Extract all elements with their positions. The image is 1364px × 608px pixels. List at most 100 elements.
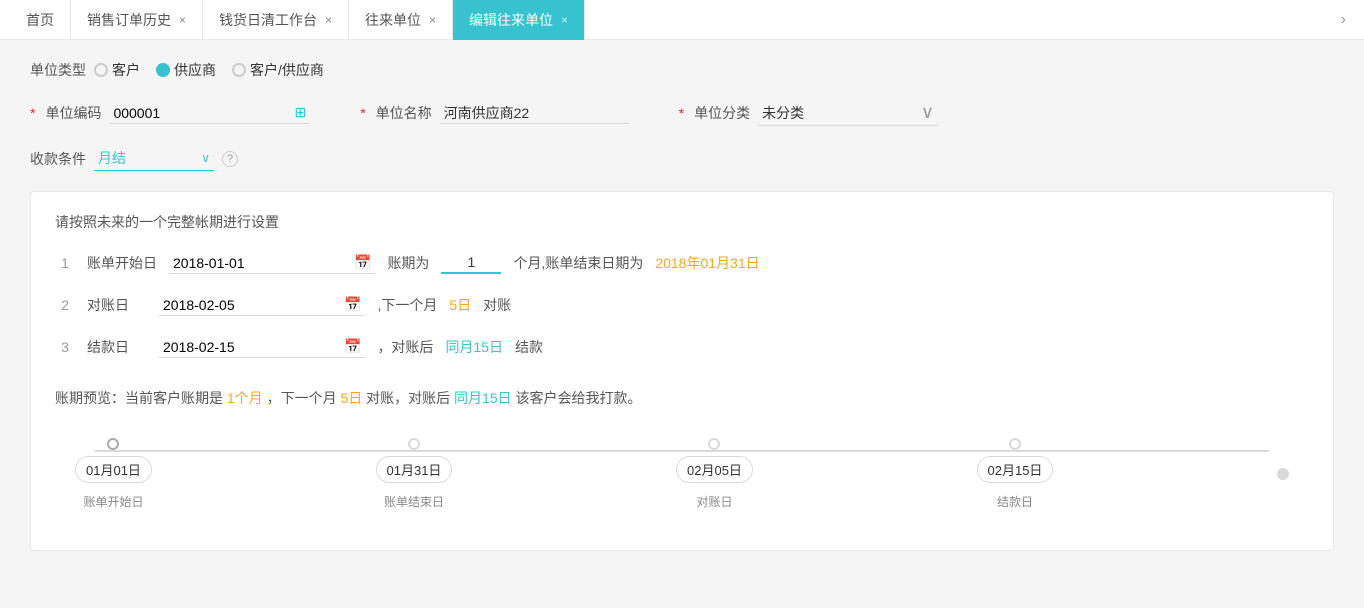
tab-units-label: 往来单位 <box>365 10 421 30</box>
timeline-point-3: 02月15日 结款日 <box>977 438 1054 510</box>
period-num-input[interactable] <box>441 252 501 274</box>
timeline-wrapper: 01月01日 账单开始日 01月31日 账单结束日 02月05日 对账日 <box>55 428 1309 520</box>
period-highlight-3: 同月15日 <box>445 337 503 357</box>
unit-class-label: 单位分类 <box>694 103 750 123</box>
unit-name-label: 单位名称 <box>376 103 432 123</box>
tabs-bar: 首页 销售订单历史 × 钱货日清工作台 × 往来单位 × 编辑往来单位 × › <box>0 0 1364 40</box>
period-text-3b: 结款 <box>515 337 543 357</box>
period-index-1: 1 <box>55 255 75 271</box>
tl-date-2: 02月05日 <box>676 456 753 483</box>
preview-highlight2: 5日 <box>340 390 362 406</box>
tl-label-1: 账单结束日 <box>384 493 444 510</box>
tl-dot-1 <box>408 438 420 450</box>
radio-customer[interactable]: 客户 <box>94 60 140 80</box>
date-input-wrapper-2: 📅 <box>159 294 365 316</box>
unit-code-table-icon[interactable]: ⊞ <box>294 104 306 121</box>
period-index-3: 3 <box>55 339 75 355</box>
radio-both-circle <box>232 63 246 77</box>
date-input-wrapper-1: 📅 <box>169 252 375 274</box>
period-text-2b: 对账 <box>483 295 511 315</box>
preview-section: 账期预览：当前客户账期是 1个月 ，下一个月 5日 对账，对账后 同月15日 该… <box>55 378 1309 530</box>
tab-units[interactable]: 往来单位 × <box>349 0 453 40</box>
payment-cond-select[interactable]: 月结 ∨ <box>94 146 214 171</box>
period-text-1a: 账期为 <box>387 253 429 273</box>
unit-code-input[interactable] <box>113 105 294 121</box>
tab-arrow-right[interactable]: › <box>1333 11 1354 29</box>
radio-supplier-label: 供应商 <box>174 60 216 80</box>
unit-class-value: 未分类 <box>762 103 921 123</box>
calendar-icon-2[interactable]: 📅 <box>344 296 361 313</box>
unit-code-star: * <box>30 105 35 121</box>
payment-cond-row: 收款条件 月结 ∨ ? <box>30 146 1334 171</box>
period-box: 请按照未来的一个完整帐期进行设置 1 账单开始日 📅 账期为 个月,账单结束日期… <box>30 191 1334 551</box>
timeline-point-2: 02月05日 对账日 <box>676 438 753 510</box>
date-input-3[interactable] <box>163 339 344 355</box>
tl-label-2: 对账日 <box>696 493 732 510</box>
period-row-1: 1 账单开始日 📅 账期为 个月,账单结束日期为 2018年01月31日 <box>55 252 1309 274</box>
preview-prefix: 账期预览：当前客户账期是 <box>55 390 223 406</box>
unit-name-group: * 单位名称 <box>360 103 628 124</box>
radio-supplier-circle <box>156 63 170 77</box>
tab-units-close[interactable]: × <box>429 13 436 27</box>
tab-workbench-close[interactable]: × <box>325 13 332 27</box>
timeline-end <box>1277 438 1289 510</box>
tl-dot-0 <box>107 438 119 450</box>
period-row-2: 2 对账日 📅 ,下一个月 5日 对账 <box>55 294 1309 316</box>
radio-customer-circle <box>94 63 108 77</box>
unit-code-label: 单位编码 <box>45 103 101 123</box>
preview-mid2: 对账，对账后 <box>366 390 450 406</box>
period-text-1b: 个月,账单结束日期为 <box>513 253 643 273</box>
period-field-label-1: 账单开始日 <box>87 253 157 273</box>
tab-home[interactable]: 首页 <box>10 0 71 40</box>
help-icon[interactable]: ? <box>222 151 238 167</box>
preview-mid1: ，下一个月 <box>267 390 337 406</box>
unit-name-input[interactable] <box>440 103 629 124</box>
unit-type-label: 单位类型 <box>30 60 86 80</box>
preview-suffix: 该客户会给我打款。 <box>516 390 642 406</box>
payment-cond-chevron: ∨ <box>201 151 210 165</box>
period-title: 请按照未来的一个完整帐期进行设置 <box>55 212 1309 232</box>
unit-code-group: * 单位编码 ⊞ <box>30 102 310 124</box>
payment-cond-value: 月结 <box>98 148 201 168</box>
radio-supplier[interactable]: 供应商 <box>156 60 216 80</box>
date-input-1[interactable] <box>173 255 354 271</box>
tab-sales-history[interactable]: 销售订单历史 × <box>71 0 203 40</box>
unit-class-select[interactable]: 未分类 ∨ <box>758 100 938 126</box>
period-highlight-2: 5日 <box>449 295 471 315</box>
unit-class-chevron: ∨ <box>921 102 934 123</box>
period-text-2a: ,下一个月 <box>377 295 437 315</box>
period-field-label-3: 结款日 <box>87 337 147 357</box>
radio-customer-label: 客户 <box>112 60 140 80</box>
timeline-point-0: 01月01日 账单开始日 <box>75 438 152 510</box>
preview-highlight3: 同月15日 <box>454 390 512 406</box>
timeline-point-1: 01月31日 账单结束日 <box>376 438 453 510</box>
tab-edit-unit-close[interactable]: × <box>561 13 568 27</box>
date-input-wrapper-3: 📅 <box>159 336 365 358</box>
radio-both[interactable]: 客户/供应商 <box>232 60 324 80</box>
period-text-3a: ，对账后 <box>377 337 433 357</box>
unit-code-input-wrapper: ⊞ <box>109 102 310 124</box>
calendar-icon-3[interactable]: 📅 <box>344 338 361 355</box>
preview-highlight1: 1个月 <box>227 390 263 406</box>
tl-label-3: 结款日 <box>997 493 1033 510</box>
tab-workbench-label: 钱货日清工作台 <box>219 10 317 30</box>
tab-sales-history-close[interactable]: × <box>179 13 186 27</box>
tl-date-0: 01月01日 <box>75 456 152 483</box>
period-end-date-1: 2018年01月31日 <box>655 253 759 273</box>
period-row-3: 3 结款日 📅 ，对账后 同月15日 结款 <box>55 336 1309 358</box>
payment-cond-group: 收款条件 月结 ∨ ? <box>30 146 238 171</box>
radio-group-unit-type: 客户 供应商 客户/供应商 <box>94 60 324 80</box>
radio-both-label: 客户/供应商 <box>250 60 324 80</box>
tab-edit-unit[interactable]: 编辑往来单位 × <box>453 0 585 40</box>
date-input-2[interactable] <box>163 297 344 313</box>
calendar-icon-1[interactable]: 📅 <box>354 254 371 271</box>
tab-sales-history-label: 销售订单历史 <box>87 10 171 30</box>
unit-class-star: * <box>679 105 684 121</box>
unit-class-group: * 单位分类 未分类 ∨ <box>679 100 938 126</box>
timeline-points: 01月01日 账单开始日 01月31日 账单结束日 02月05日 对账日 <box>75 438 1289 510</box>
tab-workbench[interactable]: 钱货日清工作台 × <box>203 0 349 40</box>
tl-dot-3 <box>1009 438 1021 450</box>
unit-type-group: 单位类型 客户 供应商 客户/供应商 <box>30 60 324 80</box>
preview-text: 账期预览：当前客户账期是 1个月 ，下一个月 5日 对账，对账后 同月15日 该… <box>55 388 1309 408</box>
page-content: 单位类型 客户 供应商 客户/供应商 * 单位编码 <box>0 40 1364 608</box>
